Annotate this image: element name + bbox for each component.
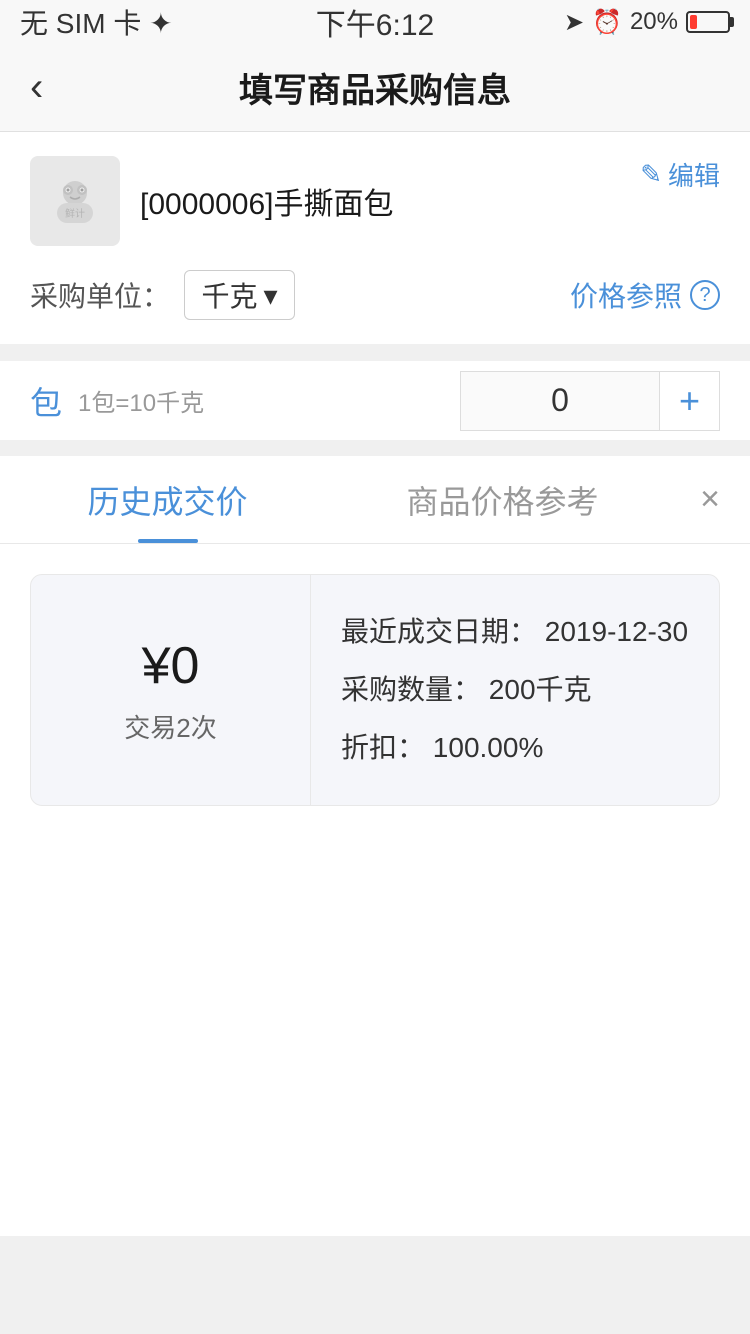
quantity-label: 采购数量： — [341, 674, 481, 705]
status-time: 下午6:12 — [316, 0, 434, 44]
unit-select[interactable]: 千克 ▾ — [184, 270, 294, 320]
quantity-input-group: 0 + — [460, 371, 720, 431]
price-number: 0 — [171, 637, 200, 695]
dropdown-icon: ▾ — [263, 279, 277, 312]
history-price-value: ¥0 — [142, 636, 200, 696]
quantity-section: 包 1包=10千克 0 + — [0, 360, 750, 440]
tabs-container: 历史成交价 商品价格参考 × — [0, 456, 750, 544]
history-card: ¥0 交易2次 最近成交日期： 2019-12-30 采购数量： 200千克 折… — [30, 574, 720, 806]
tab-reference-label: 商品价格参考 — [406, 477, 598, 523]
alarm-icon: ⏰ — [592, 8, 622, 37]
product-info: 鲜计 [0000006]手撕面包 — [30, 156, 393, 246]
page-rest — [0, 836, 750, 1236]
history-price-section: ¥0 交易2次 — [31, 575, 311, 805]
tab-price-reference[interactable]: 商品价格参考 — [335, 456, 670, 543]
unit-value: 千克 — [201, 275, 257, 315]
currency-symbol: ¥ — [142, 637, 171, 695]
edit-button[interactable]: ✎ 编辑 — [640, 156, 720, 193]
history-details-section: 最近成交日期： 2019-12-30 采购数量： 200千克 折扣： 100.0… — [311, 575, 719, 805]
recent-date-row: 最近成交日期： 2019-12-30 — [341, 611, 689, 653]
back-button[interactable]: ‹ — [30, 65, 90, 110]
recent-date-value: 2019-12-30 — [545, 616, 688, 647]
status-bar: 无 SIM 卡 ✦ 下午6:12 ➤ ⏰ 20% — [0, 0, 750, 44]
discount-label: 折扣： — [341, 732, 425, 763]
product-unit-row: 采购单位： 千克 ▾ 价格参照 ? — [30, 270, 720, 320]
tab-active-indicator — [138, 539, 198, 543]
sim-signal: 无 SIM 卡 ✦ — [20, 2, 173, 42]
tab-history-label: 历史成交价 — [87, 477, 247, 523]
discount-row: 折扣： 100.00% — [341, 727, 689, 769]
edit-label: 编辑 — [668, 156, 720, 193]
history-content: ¥0 交易2次 最近成交日期： 2019-12-30 采购数量： 200千克 折… — [0, 544, 750, 836]
quantity-value: 200千克 — [489, 674, 592, 705]
page-title: 填写商品采购信息 — [239, 63, 511, 112]
discount-value: 100.00% — [433, 732, 544, 763]
svg-text:鲜计: 鲜计 — [65, 207, 85, 220]
quantity-hint: 1包=10千克 — [78, 383, 204, 418]
recent-date-label: 最近成交日期： — [341, 616, 537, 647]
location-icon: ➤ — [564, 8, 584, 37]
product-card: 鲜计 [0000006]手撕面包 ✎ 编辑 采购单位： 千克 ▾ 价格参照 ? — [0, 132, 750, 344]
tab-history-price[interactable]: 历史成交价 — [0, 456, 335, 543]
battery-percentage: 20% — [630, 8, 678, 36]
help-icon: ? — [690, 280, 720, 310]
history-trades-count: 交易2次 — [124, 708, 216, 745]
quantity-row: 采购数量： 200千克 — [341, 669, 689, 711]
status-left: 无 SIM 卡 ✦ — [20, 2, 173, 42]
bag-icon: 包 — [30, 378, 62, 424]
product-header: 鲜计 [0000006]手撕面包 ✎ 编辑 — [30, 156, 720, 246]
quantity-label-group: 包 1包=10千克 — [30, 378, 204, 424]
product-thumbnail: 鲜计 — [30, 156, 120, 246]
edit-icon: ✎ — [640, 159, 662, 190]
battery-indicator — [686, 11, 730, 33]
quantity-plus-button[interactable]: + — [660, 371, 720, 431]
unit-label: 采购单位： — [30, 281, 170, 312]
price-ref-button[interactable]: 价格参照 ? — [570, 275, 720, 315]
unit-selector-group: 采购单位： 千克 ▾ — [30, 270, 295, 320]
price-ref-label: 价格参照 — [570, 275, 682, 315]
status-right: ➤ ⏰ 20% — [564, 8, 730, 37]
quantity-input[interactable]: 0 — [460, 371, 660, 431]
tab-close-button[interactable]: × — [670, 456, 750, 543]
product-name: [0000006]手撕面包 — [140, 179, 393, 223]
nav-bar: ‹ 填写商品采购信息 — [0, 44, 750, 132]
